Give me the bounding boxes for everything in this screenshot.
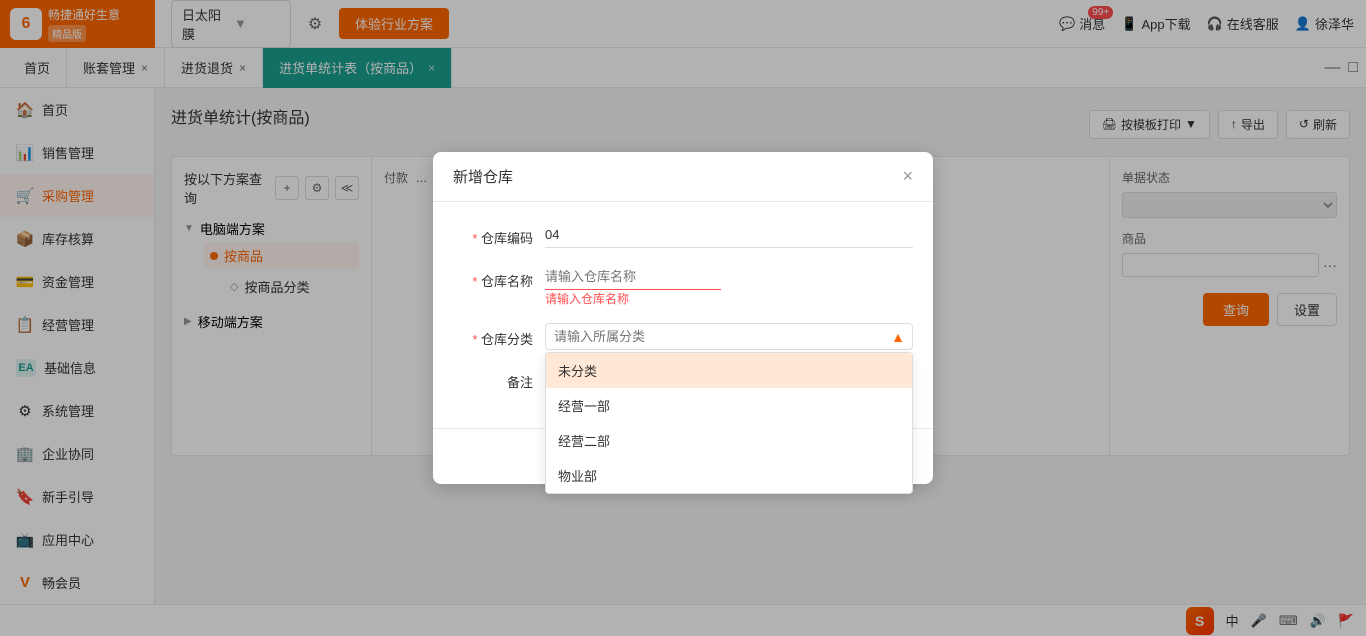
code-input[interactable] — [545, 222, 913, 248]
add-warehouse-modal: 新增仓库 × 仓库编码 仓库名称 请输入仓库名称 仓库分类 ▲ — [433, 152, 933, 484]
modal-title: 新增仓库 — [453, 166, 513, 187]
modal-header: 新增仓库 × — [433, 152, 933, 202]
category-select-wrapper: ▲ 未分类 经营一部 经营二部 物业部 — [545, 323, 913, 350]
name-field-row: 仓库名称 请输入仓库名称 — [453, 264, 913, 307]
category-field-row: 仓库分类 ▲ 未分类 经营一部 经营二部 物业部 — [453, 323, 913, 350]
dropdown-item-property[interactable]: 物业部 — [546, 458, 912, 493]
dropdown-item-ops2[interactable]: 经营二部 — [546, 423, 912, 458]
modal-close-btn[interactable]: × — [902, 166, 913, 187]
category-input[interactable] — [545, 323, 913, 350]
category-label: 仓库分类 — [453, 323, 533, 348]
name-error-msg: 请输入仓库名称 — [545, 290, 629, 307]
dropdown-item-uncategorized[interactable]: 未分类 — [546, 353, 912, 388]
name-input[interactable] — [545, 264, 721, 290]
notes-label: 备注 — [453, 366, 533, 391]
name-label: 仓库名称 — [453, 265, 533, 290]
category-dropdown: 未分类 经营一部 经营二部 物业部 — [545, 352, 913, 494]
code-field-row: 仓库编码 — [453, 222, 913, 248]
code-label: 仓库编码 — [453, 222, 533, 247]
category-arrow-icon[interactable]: ▲ — [891, 329, 905, 345]
modal-body: 仓库编码 仓库名称 请输入仓库名称 仓库分类 ▲ 未分类 经营一部 — [433, 202, 933, 428]
dropdown-item-ops1[interactable]: 经营一部 — [546, 388, 912, 423]
